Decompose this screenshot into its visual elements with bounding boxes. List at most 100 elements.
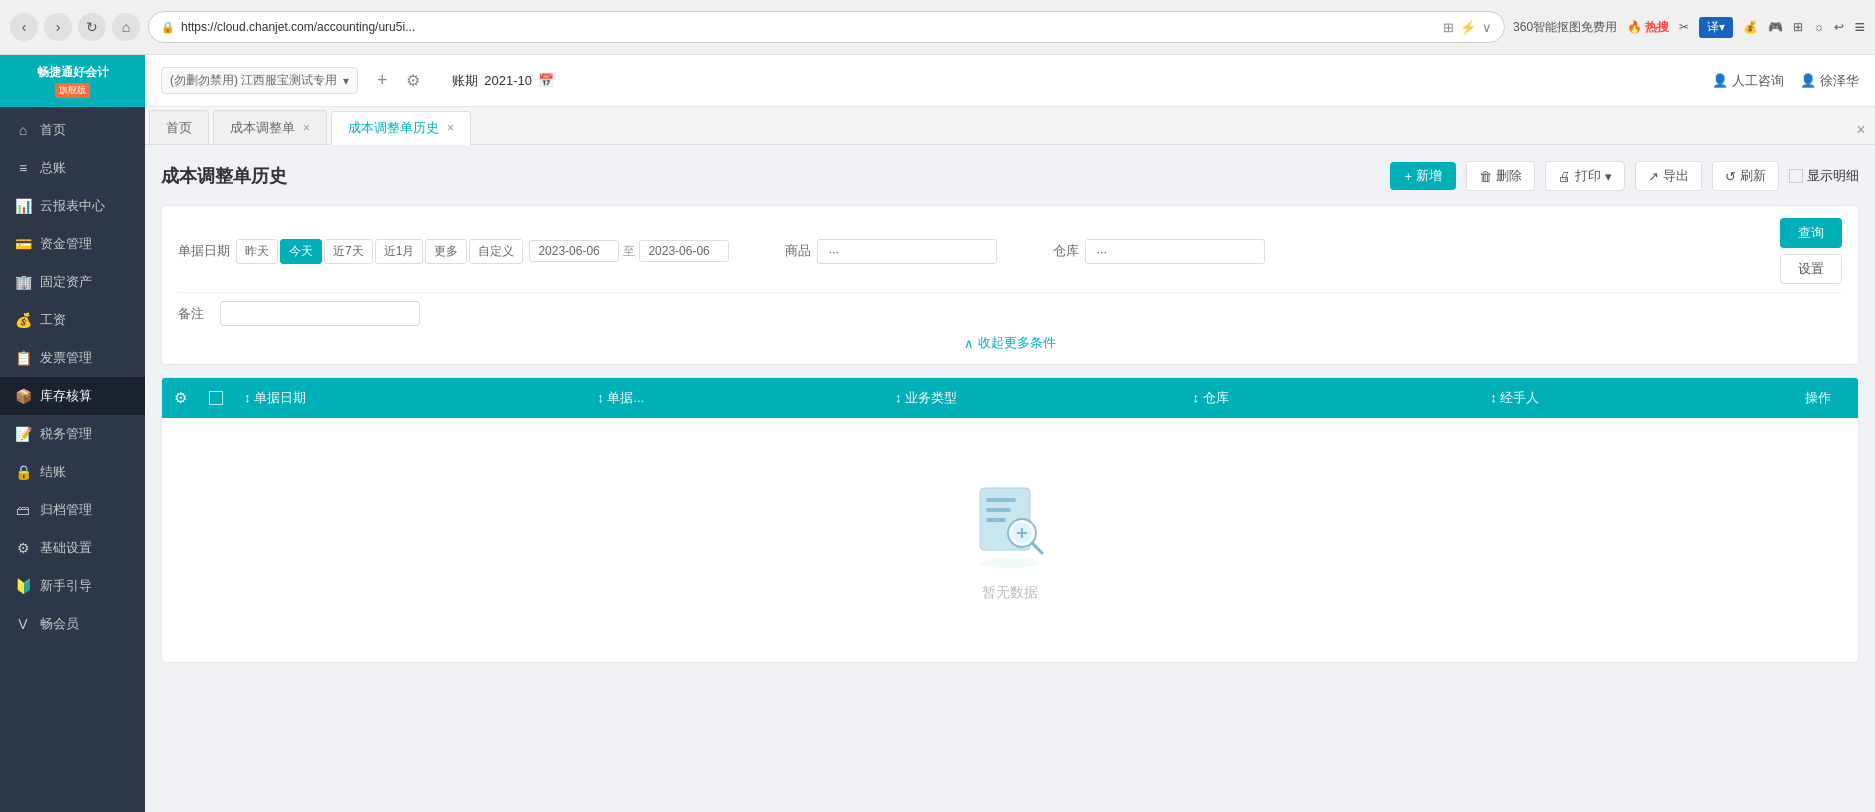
- sidebar-item-ledger[interactable]: ≡ 总账: [0, 149, 145, 187]
- th-type[interactable]: ↕ 业务类型: [885, 389, 1183, 407]
- th-operator[interactable]: ↕ 经手人: [1480, 389, 1778, 407]
- close-page-button[interactable]: ×: [1847, 116, 1875, 144]
- remark-input[interactable]: [220, 301, 420, 326]
- archive-icon: 🗃: [14, 502, 32, 518]
- query-button[interactable]: 查询: [1780, 218, 1842, 248]
- date-btn-yesterday[interactable]: 昨天: [236, 239, 278, 264]
- date-btn-7days[interactable]: 近7天: [324, 239, 373, 264]
- export-icon: ↗: [1648, 169, 1659, 184]
- inventory-icon: 📦: [14, 388, 32, 404]
- sidebar-item-reports[interactable]: 📊 云报表中心: [0, 187, 145, 225]
- th-operator-label: ↕ 经手人: [1490, 389, 1539, 407]
- top-bar-right: 👤 人工咨询 👤 徐泽华: [1712, 72, 1859, 90]
- sidebar-item-settings[interactable]: ⚙ 基础设置: [0, 529, 145, 567]
- wallet-icon[interactable]: 💰: [1743, 20, 1758, 34]
- browser-controls: ‹ › ↻ ⌂: [10, 13, 140, 41]
- home-button[interactable]: ⌂: [112, 13, 140, 41]
- calendar-icon[interactable]: 📅: [538, 73, 554, 88]
- sidebar-label-payroll: 工资: [40, 311, 66, 329]
- warehouse-select-button[interactable]: ···: [1085, 239, 1265, 264]
- sidebar-item-funds[interactable]: 💳 资金管理: [0, 225, 145, 263]
- guide-icon: 🔰: [14, 578, 32, 594]
- show-columns-toggle[interactable]: 显示明细: [1789, 167, 1859, 185]
- select-all-checkbox-icon[interactable]: [209, 391, 223, 405]
- back-button[interactable]: ‹: [10, 13, 38, 41]
- main-content: (勿删勿禁用) 江西服宝测试专用 ▾ + ⚙ 账期 2021-10 📅 👤 人工…: [145, 55, 1875, 812]
- date-btn-more[interactable]: 更多: [425, 239, 467, 264]
- product-select-button[interactable]: ···: [817, 239, 997, 264]
- add-tab-button[interactable]: +: [370, 69, 394, 93]
- sidebar-item-invoices[interactable]: 📋 发票管理: [0, 339, 145, 377]
- th-num[interactable]: ↕ 单据...: [587, 389, 885, 407]
- service-button[interactable]: 👤 人工咨询: [1712, 72, 1784, 90]
- sidebar: 畅捷通好会计 旗舰版 ⌂ 首页 ≡ 总账 📊 云报表中心 💳 资金管理 🏢: [0, 55, 145, 812]
- sidebar-item-fixed-assets[interactable]: 🏢 固定资产: [0, 263, 145, 301]
- th-date[interactable]: ↕ 单据日期: [234, 389, 587, 407]
- table-select-all-checkbox[interactable]: [198, 391, 234, 405]
- tab-cost-adjust[interactable]: 成本调整单 ×: [213, 110, 327, 144]
- settings-gear-icon[interactable]: ⚙: [406, 71, 420, 90]
- sidebar-item-archive[interactable]: 🗃 归档管理: [0, 491, 145, 529]
- menu-icon[interactable]: ≡: [1854, 17, 1865, 38]
- filter-settings-button[interactable]: 设置: [1780, 254, 1842, 284]
- th-warehouse-label: ↕ 仓库: [1193, 389, 1229, 407]
- filter-divider: [178, 292, 1842, 293]
- new-button[interactable]: + 新增: [1390, 162, 1456, 190]
- period-value: 2021-10: [484, 73, 532, 88]
- date-btn-custom[interactable]: 自定义: [469, 239, 523, 264]
- table-gear-button[interactable]: ⚙: [166, 384, 194, 412]
- sidebar-item-tax[interactable]: 📝 税务管理: [0, 415, 145, 453]
- svg-rect-2: [986, 498, 1016, 502]
- remark-label: 备注: [178, 305, 204, 323]
- date-btn-today[interactable]: 今天: [280, 239, 322, 264]
- tab-cost-adjust-close[interactable]: ×: [303, 121, 310, 135]
- date-from-input[interactable]: [529, 240, 619, 262]
- fixed-assets-icon: 🏢: [14, 274, 32, 290]
- sidebar-item-closing[interactable]: 🔒 结账: [0, 453, 145, 491]
- date-btn-1month[interactable]: 近1月: [375, 239, 424, 264]
- th-warehouse[interactable]: ↕ 仓库: [1183, 389, 1481, 407]
- tab-cost-adjust-label: 成本调整单: [230, 119, 295, 137]
- tab-cost-adjust-history-close[interactable]: ×: [447, 121, 454, 135]
- sidebar-label-archive: 归档管理: [40, 501, 92, 519]
- export-button[interactable]: ↗ 导出: [1635, 161, 1702, 191]
- table-settings-icon[interactable]: ⚙: [162, 384, 198, 412]
- translate-btn[interactable]: 译▾: [1699, 17, 1733, 38]
- date-separator: 至: [623, 243, 635, 260]
- show-columns-checkbox[interactable]: [1789, 169, 1803, 183]
- collapse-filter-button[interactable]: ∧ 收起更多条件: [964, 334, 1056, 352]
- search-label: 360智能抠图免费用: [1513, 19, 1617, 36]
- grid-icon[interactable]: ⊞: [1793, 20, 1803, 34]
- hot-search-icon: 🔥 热搜: [1627, 19, 1669, 36]
- refresh-button[interactable]: ↺ 刷新: [1712, 161, 1779, 191]
- filter-row-1: 单据日期 昨天 今天 近7天 近1月 更多 自定义 至: [178, 218, 1842, 284]
- refresh-button[interactable]: ↻: [78, 13, 106, 41]
- print-dropdown-icon: ▾: [1605, 169, 1612, 184]
- forward-button[interactable]: ›: [44, 13, 72, 41]
- sidebar-item-guide[interactable]: 🔰 新手引导: [0, 567, 145, 605]
- address-bar[interactable]: 🔒 https://cloud.chanjet.com/accounting/u…: [148, 11, 1505, 43]
- scissors-icon[interactable]: ✂: [1679, 20, 1689, 34]
- th-date-label: ↕ 单据日期: [244, 389, 306, 407]
- tab-cost-adjust-history[interactable]: 成本调整单历史 ×: [331, 111, 471, 145]
- company-selector[interactable]: (勿删勿禁用) 江西服宝测试专用 ▾: [161, 67, 358, 94]
- game-icon[interactable]: 🎮: [1768, 20, 1783, 34]
- print-button[interactable]: 🖨 打印 ▾: [1545, 161, 1625, 191]
- svg-rect-4: [986, 518, 1006, 522]
- sun-icon[interactable]: ☼: [1813, 20, 1824, 34]
- payroll-icon: 💰: [14, 312, 32, 328]
- page-header: 成本调整单历史 + 新增 🗑 删除 🖨 打印 ▾: [161, 161, 1859, 191]
- undo-icon[interactable]: ↩: [1834, 20, 1844, 34]
- sidebar-label-fixed-assets: 固定资产: [40, 273, 92, 291]
- tab-home[interactable]: 首页: [149, 110, 209, 144]
- sidebar-item-payroll[interactable]: 💰 工资: [0, 301, 145, 339]
- delete-button[interactable]: 🗑 删除: [1466, 161, 1535, 191]
- user-avatar-icon: 👤: [1800, 73, 1816, 88]
- sidebar-item-inventory[interactable]: 📦 库存核算: [0, 377, 145, 415]
- date-to-input[interactable]: [639, 240, 729, 262]
- sidebar-item-home[interactable]: ⌂ 首页: [0, 111, 145, 149]
- sidebar-item-membership[interactable]: V 畅会员: [0, 605, 145, 643]
- user-profile-button[interactable]: 👤 徐泽华: [1800, 72, 1859, 90]
- show-columns-label: 显示明细: [1807, 167, 1859, 185]
- product-filter: 商品 ···: [785, 239, 997, 264]
